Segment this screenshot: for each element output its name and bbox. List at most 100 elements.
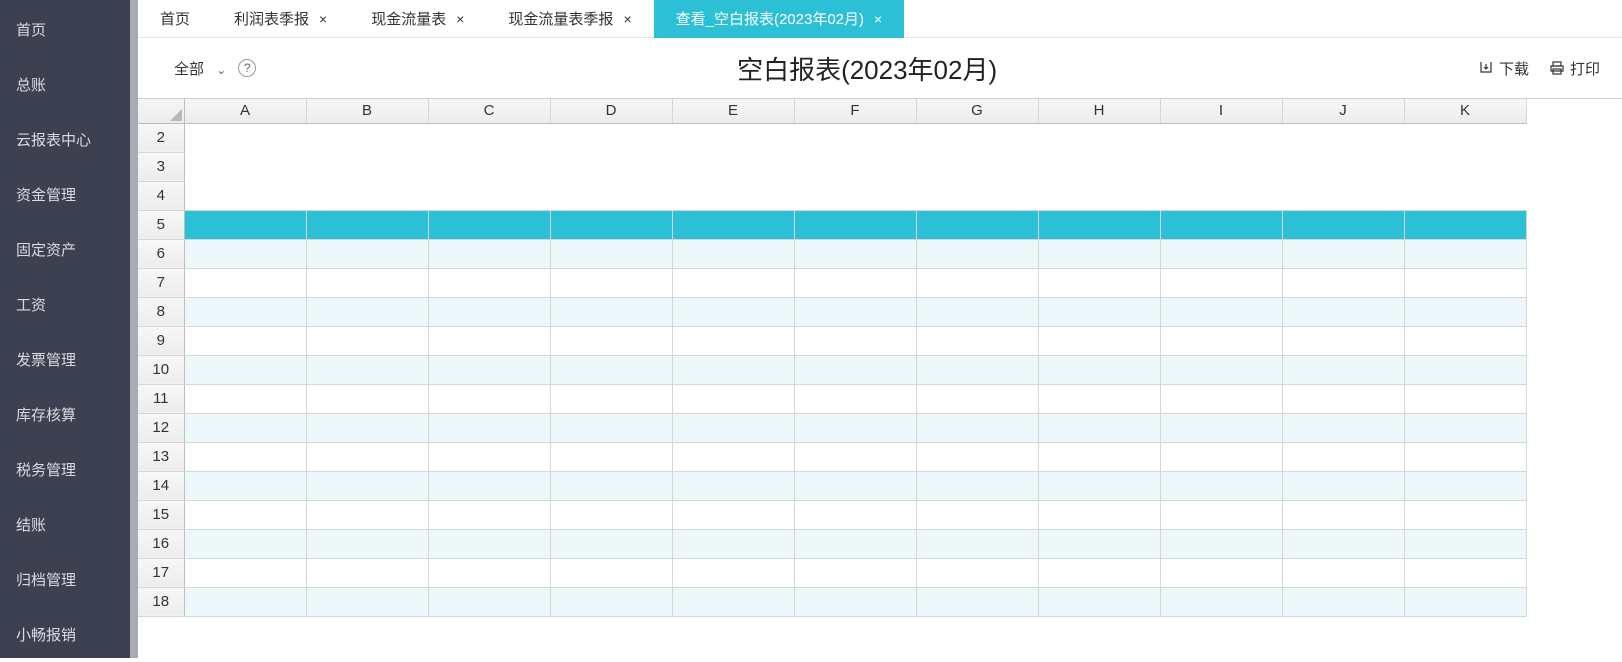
col-header-C[interactable]: C [428,99,550,123]
cell-A10[interactable] [184,355,306,384]
cell-J18[interactable] [1282,587,1404,616]
cell-B13[interactable] [306,442,428,471]
cell-I14[interactable] [1160,471,1282,500]
cell-B12[interactable] [306,413,428,442]
cell-A13[interactable] [184,442,306,471]
cell-C12[interactable] [428,413,550,442]
col-header-B[interactable]: B [306,99,428,123]
cell-A15[interactable] [184,500,306,529]
cell-E12[interactable] [672,413,794,442]
cell-C16[interactable] [428,529,550,558]
cell-E4[interactable] [672,181,794,210]
sidebar-item-11[interactable]: 小畅报销 [0,607,130,662]
cell-B9[interactable] [306,326,428,355]
cell-E5[interactable] [672,210,794,239]
cell-H14[interactable] [1038,471,1160,500]
cell-G6[interactable] [916,239,1038,268]
row-header-12[interactable]: 12 [138,413,184,442]
cell-C2[interactable] [428,123,550,152]
cell-D10[interactable] [550,355,672,384]
cell-H16[interactable] [1038,529,1160,558]
cell-E2[interactable] [672,123,794,152]
cell-H4[interactable] [1038,181,1160,210]
cell-J11[interactable] [1282,384,1404,413]
row-header-17[interactable]: 17 [138,558,184,587]
sidebar-item-1[interactable]: 总账 [0,57,130,112]
sidebar-item-2[interactable]: 云报表中心 [0,112,130,167]
cell-A17[interactable] [184,558,306,587]
cell-F7[interactable] [794,268,916,297]
row-header-4[interactable]: 4 [138,181,184,210]
row-header-15[interactable]: 15 [138,500,184,529]
cell-D5[interactable] [550,210,672,239]
cell-J9[interactable] [1282,326,1404,355]
cell-E3[interactable] [672,152,794,181]
cell-F10[interactable] [794,355,916,384]
cell-A14[interactable] [184,471,306,500]
cell-E7[interactable] [672,268,794,297]
cell-J14[interactable] [1282,471,1404,500]
col-header-J[interactable]: J [1282,99,1404,123]
cell-D3[interactable] [550,152,672,181]
cell-C5[interactable] [428,210,550,239]
row-header-2[interactable]: 2 [138,123,184,152]
cell-F14[interactable] [794,471,916,500]
cell-A16[interactable] [184,529,306,558]
cell-B11[interactable] [306,384,428,413]
cell-H17[interactable] [1038,558,1160,587]
sidebar-item-9[interactable]: 结账 [0,497,130,552]
cell-K5[interactable] [1404,210,1526,239]
tab-3[interactable]: 现金流量表季报× [486,0,653,38]
cell-J15[interactable] [1282,500,1404,529]
cell-D14[interactable] [550,471,672,500]
cell-F2[interactable] [794,123,916,152]
cell-C8[interactable] [428,297,550,326]
cell-B16[interactable] [306,529,428,558]
cell-D6[interactable] [550,239,672,268]
cell-I4[interactable] [1160,181,1282,210]
sidebar-item-0[interactable]: 首页 [0,2,130,57]
cell-D12[interactable] [550,413,672,442]
cell-F6[interactable] [794,239,916,268]
cell-H15[interactable] [1038,500,1160,529]
cell-D13[interactable] [550,442,672,471]
cell-B7[interactable] [306,268,428,297]
col-header-H[interactable]: H [1038,99,1160,123]
cell-H7[interactable] [1038,268,1160,297]
cell-K3[interactable] [1404,152,1526,181]
col-header-F[interactable]: F [794,99,916,123]
tab-2[interactable]: 现金流量表× [349,0,486,38]
cell-K10[interactable] [1404,355,1526,384]
cell-D15[interactable] [550,500,672,529]
sidebar-item-6[interactable]: 发票管理 [0,332,130,387]
close-icon[interactable]: × [319,12,327,26]
download-button[interactable]: 下载 [1478,58,1529,79]
cell-B14[interactable] [306,471,428,500]
cell-H3[interactable] [1038,152,1160,181]
close-icon[interactable]: × [623,12,631,26]
cell-J2[interactable] [1282,123,1404,152]
cell-A4[interactable] [184,181,306,210]
cell-I18[interactable] [1160,587,1282,616]
cell-D8[interactable] [550,297,672,326]
cell-J17[interactable] [1282,558,1404,587]
cell-A8[interactable] [184,297,306,326]
col-header-A[interactable]: A [184,99,306,123]
cell-I9[interactable] [1160,326,1282,355]
cell-G10[interactable] [916,355,1038,384]
cell-B6[interactable] [306,239,428,268]
cell-I15[interactable] [1160,500,1282,529]
cell-A12[interactable] [184,413,306,442]
row-header-3[interactable]: 3 [138,152,184,181]
cell-A9[interactable] [184,326,306,355]
cell-H2[interactable] [1038,123,1160,152]
cell-I12[interactable] [1160,413,1282,442]
cell-A11[interactable] [184,384,306,413]
cell-K13[interactable] [1404,442,1526,471]
cell-H9[interactable] [1038,326,1160,355]
cell-E11[interactable] [672,384,794,413]
close-icon[interactable]: × [874,12,882,26]
cell-D7[interactable] [550,268,672,297]
cell-B8[interactable] [306,297,428,326]
cell-C4[interactable] [428,181,550,210]
